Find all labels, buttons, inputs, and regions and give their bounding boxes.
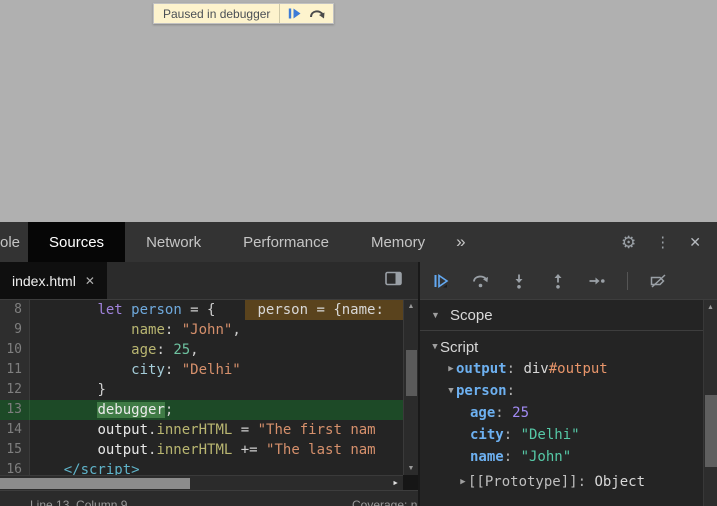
line-number[interactable]: 16 bbox=[0, 460, 30, 475]
paused-banner-label: Paused in debugger bbox=[163, 6, 271, 21]
file-tab-index-html[interactable]: index.html ✕ bbox=[0, 262, 107, 299]
line-number[interactable]: 12 bbox=[0, 380, 30, 400]
expand-triangle-icon[interactable]: ▶ bbox=[458, 477, 468, 487]
scope-city-row[interactable]: city: "Delhi" bbox=[420, 424, 717, 446]
banner-step-over-icon[interactable] bbox=[309, 7, 325, 20]
code-line-15: 15 output.innerHTML += "The last nam bbox=[0, 440, 403, 460]
code-text: name: "John", bbox=[131, 322, 241, 338]
devtools-close-icon[interactable]: ✕ bbox=[689, 235, 701, 249]
step-over-icon[interactable] bbox=[471, 272, 489, 290]
inline-value-hint: person = {name: bbox=[245, 300, 403, 320]
banner-resume-icon[interactable] bbox=[288, 7, 301, 20]
more-tabs-icon[interactable]: » bbox=[446, 222, 475, 262]
tab-console-partial[interactable]: ole bbox=[0, 222, 28, 262]
line-number[interactable]: 13 bbox=[0, 400, 30, 420]
file-tab-bar: index.html ✕ bbox=[0, 262, 418, 300]
toggle-sidebar-icon[interactable] bbox=[385, 271, 402, 290]
code-line-8: 8 let person = {person = {name: bbox=[0, 300, 403, 320]
file-tab-close-icon[interactable]: ✕ bbox=[85, 274, 95, 288]
settings-gear-icon[interactable]: ⚙ bbox=[621, 234, 636, 251]
resume-script-icon[interactable] bbox=[432, 272, 450, 290]
tab-network[interactable]: Network bbox=[125, 222, 222, 262]
editor-status-bar: Line 13, Column 9 Coverage: n/a bbox=[0, 490, 418, 506]
code-line-14: 14 output.innerHTML = "The first nam bbox=[0, 420, 403, 440]
code-line-13-paused: 13 debugger; bbox=[0, 400, 403, 420]
scope-script-row[interactable]: ▼ Script bbox=[420, 336, 717, 358]
line-number[interactable]: 9 bbox=[0, 320, 30, 340]
code-line-12: 12 } bbox=[0, 380, 403, 400]
code-text: </script> bbox=[63, 462, 140, 475]
scrollbar-corner bbox=[403, 475, 418, 490]
editor-toolbar-row: index.html ✕ bbox=[0, 262, 717, 300]
scope-section-header[interactable]: ▼ Scope bbox=[420, 300, 717, 331]
line-number[interactable]: 8 bbox=[0, 300, 30, 320]
debugger-keyword: debugger bbox=[97, 402, 165, 418]
code-text: let person = {person = {name: bbox=[30, 300, 403, 320]
code-text: output.innerHTML = "The first nam bbox=[97, 422, 376, 438]
devtools-panel: ole Sources Network Performance Memory »… bbox=[0, 222, 717, 506]
debugger-toolbar bbox=[418, 262, 717, 300]
scroll-up-icon[interactable]: ▲ bbox=[704, 304, 717, 311]
code-text: output.innerHTML += "The last nam bbox=[97, 442, 376, 458]
sidebar-scroll-thumb[interactable] bbox=[705, 395, 717, 467]
code-text: city: "Delhi" bbox=[131, 362, 241, 378]
horizontal-scroll-thumb[interactable] bbox=[0, 478, 190, 489]
code-line-16: 16 </script> bbox=[0, 460, 403, 475]
code-text: age: 25, bbox=[131, 342, 199, 358]
paused-banner: Paused in debugger bbox=[153, 3, 335, 24]
scope-output-row[interactable]: ▶ output: div #output bbox=[420, 358, 717, 380]
tab-memory[interactable]: Memory bbox=[350, 222, 446, 262]
debugger-sidebar: ▼ Scope ▼ Script ▶ output: div #output ▼ … bbox=[420, 300, 717, 506]
code-line-9: 9 name: "John", bbox=[0, 320, 403, 340]
scope-tree: ▼ Script ▶ output: div #output ▼ person: … bbox=[420, 331, 717, 493]
file-tab-label: index.html bbox=[12, 272, 76, 289]
step-out-icon[interactable] bbox=[549, 272, 567, 290]
coverage-label[interactable]: Coverage: n/a bbox=[352, 498, 418, 506]
code-text: } bbox=[97, 382, 106, 398]
scope-title: Scope bbox=[450, 306, 493, 324]
step-into-icon[interactable] bbox=[510, 272, 528, 290]
line-number[interactable]: 14 bbox=[0, 420, 30, 440]
scroll-down-icon[interactable]: ▼ bbox=[404, 465, 418, 472]
editor-horizontal-scrollbar[interactable]: ► bbox=[0, 475, 403, 490]
editor-vertical-scrollbar[interactable]: ▲ ▼ bbox=[403, 300, 418, 475]
collapse-triangle-icon[interactable]: ▼ bbox=[431, 310, 441, 320]
code-editor[interactable]: 8 let person = {person = {name: 9 name: … bbox=[0, 300, 403, 475]
menu-dots-icon[interactable]: ⋮ bbox=[655, 235, 670, 250]
devtools-tab-bar: ole Sources Network Performance Memory »… bbox=[0, 222, 717, 262]
code-line-11: 11 city: "Delhi" bbox=[0, 360, 403, 380]
scope-person-row[interactable]: ▼ person: bbox=[420, 380, 717, 402]
scroll-up-icon[interactable]: ▲ bbox=[404, 303, 418, 310]
cursor-position-label: Line 13, Column 9 bbox=[30, 498, 128, 506]
tab-performance[interactable]: Performance bbox=[222, 222, 350, 262]
scope-name-row[interactable]: name: "John" bbox=[420, 446, 717, 468]
scope-age-row[interactable]: age: 25 bbox=[420, 402, 717, 424]
collapse-triangle-icon[interactable]: ▼ bbox=[430, 342, 440, 352]
sidebar-scrollbar[interactable]: ▲ bbox=[703, 300, 717, 506]
deactivate-breakpoints-icon[interactable] bbox=[649, 272, 667, 290]
tab-sources[interactable]: Sources bbox=[28, 222, 126, 262]
scope-prototype-row[interactable]: ▶ [[Prototype]]: Object bbox=[420, 471, 717, 493]
collapse-triangle-icon[interactable]: ▼ bbox=[446, 386, 456, 396]
toolbar-separator bbox=[627, 271, 628, 290]
expand-triangle-icon[interactable]: ▶ bbox=[446, 364, 456, 374]
step-icon[interactable] bbox=[588, 272, 606, 290]
line-number[interactable]: 15 bbox=[0, 440, 30, 460]
vertical-scroll-thumb[interactable] bbox=[406, 350, 417, 396]
line-number[interactable]: 10 bbox=[0, 340, 30, 360]
code-text: debugger; bbox=[30, 400, 403, 420]
code-line-10: 10 age: 25, bbox=[0, 340, 403, 360]
line-number[interactable]: 11 bbox=[0, 360, 30, 380]
scroll-right-icon[interactable]: ► bbox=[392, 480, 399, 487]
